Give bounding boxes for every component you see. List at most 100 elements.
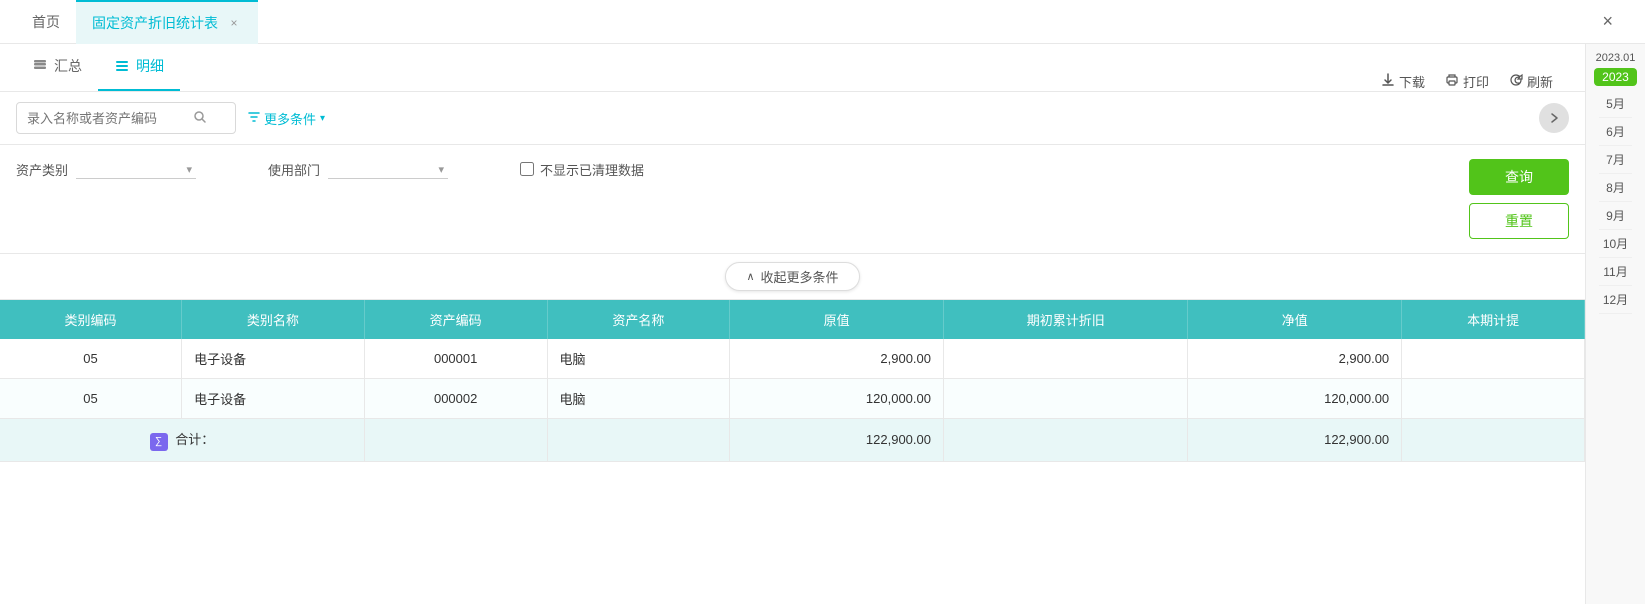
cell-net-value: 120,000.00 — [1188, 379, 1402, 419]
search-input-wrap[interactable] — [16, 102, 236, 134]
print-btn[interactable]: 打印 — [1445, 72, 1489, 91]
cell-asset-name: 电脑 — [547, 379, 730, 419]
col-original-value: 原值 — [730, 300, 944, 339]
download-icon — [1381, 73, 1395, 90]
tab-summary-label: 汇总 — [54, 56, 82, 76]
col-current-dep: 本期计提 — [1402, 300, 1585, 339]
timeline-month[interactable]: 12月 — [1599, 286, 1632, 314]
search-bar: 更多条件 ▾ — [0, 92, 1585, 145]
timeline-year[interactable]: 2023 — [1594, 68, 1637, 86]
data-table: 类别编码 类别名称 资产编码 资产名称 原值 期初累计折旧 净值 本期计提 05… — [0, 300, 1585, 462]
active-tab[interactable]: 固定资产折旧统计表 × — [76, 0, 258, 44]
data-table-wrap: 类别编码 类别名称 资产编码 资产名称 原值 期初累计折旧 净值 本期计提 05… — [0, 300, 1585, 604]
total-row: ∑ 合计： 122,900.00 122,900.00 — [0, 419, 1585, 462]
collapse-label: 收起更多条件 — [761, 267, 839, 286]
hide-cleared-checkbox[interactable] — [520, 162, 534, 176]
asset-type-label: 资产类别 — [16, 160, 68, 179]
total-label-cell: ∑ 合计： — [0, 419, 364, 462]
more-filters-label: 更多条件 — [264, 109, 316, 128]
timeline-month[interactable]: 6月 — [1599, 118, 1632, 146]
asset-type-select[interactable] — [76, 159, 196, 179]
list-icon — [114, 58, 130, 74]
refresh-icon — [1509, 73, 1523, 90]
dept-label: 使用部门 — [268, 160, 320, 179]
chevron-up-icon: ∧ — [746, 270, 754, 283]
timeline-month[interactable]: 10月 — [1599, 230, 1632, 258]
tab-summary[interactable]: 汇总 — [16, 44, 98, 91]
col-net-value: 净值 — [1188, 300, 1402, 339]
cell-original-value: 120,000.00 — [730, 379, 944, 419]
asset-type-filter: 资产类别 — [16, 159, 196, 179]
right-timeline-panel: 2023.01 2023 5月6月7月8月9月10月11月12月 — [1585, 44, 1645, 604]
asset-type-select-wrap[interactable] — [76, 159, 196, 179]
timeline-date-label: 2023.01 — [1596, 52, 1636, 64]
refresh-label: 刷新 — [1527, 72, 1553, 91]
cell-net-value: 2,900.00 — [1188, 339, 1402, 379]
total-original-value: 122,900.00 — [730, 419, 944, 462]
dept-select[interactable] — [328, 159, 448, 179]
filter-row: 资产类别 使用部门 — [16, 159, 1453, 179]
timeline-month[interactable]: 5月 — [1599, 90, 1632, 118]
search-icon — [193, 110, 207, 127]
col-asset-code: 资产编码 — [364, 300, 547, 339]
search-input[interactable] — [27, 111, 187, 126]
download-label: 下载 — [1399, 72, 1425, 91]
top-nav: 首页 固定资产折旧统计表 × × — [0, 0, 1645, 44]
tab-detail-label: 明细 — [136, 56, 164, 76]
table-row[interactable]: 05 电子设备 000002 电脑 120,000.00 120,000.00 — [0, 379, 1585, 419]
query-btn[interactable]: 查询 — [1469, 159, 1569, 195]
total-label: 合计： — [175, 432, 214, 447]
timeline-month[interactable]: 11月 — [1599, 258, 1632, 286]
collapse-row: ∧ 收起更多条件 — [0, 254, 1585, 300]
filter-area: 资产类别 使用部门 — [0, 145, 1585, 254]
print-label: 打印 — [1463, 72, 1489, 91]
filter-icon — [248, 111, 260, 126]
col-accumulated-dep: 期初累计折旧 — [944, 300, 1188, 339]
main-content: 汇总 明细 — [0, 44, 1645, 604]
hide-cleared-label[interactable]: 不显示已清理数据 — [540, 160, 644, 179]
refresh-btn[interactable]: 刷新 — [1509, 72, 1553, 91]
download-btn[interactable]: 下载 — [1381, 72, 1425, 91]
cell-current-dep — [1402, 379, 1585, 419]
more-filters-btn[interactable]: 更多条件 ▾ — [248, 109, 325, 128]
total-current-dep — [1402, 419, 1585, 462]
table-row[interactable]: 05 电子设备 000001 电脑 2,900.00 2,900.00 — [0, 339, 1585, 379]
cell-accumulated-dep — [944, 379, 1188, 419]
home-link[interactable]: 首页 — [16, 0, 76, 44]
dept-select-wrap[interactable] — [328, 159, 448, 179]
cell-type-code: 05 — [0, 379, 182, 419]
total-icon: ∑ — [150, 433, 168, 451]
cell-current-dep — [1402, 339, 1585, 379]
scroll-right-btn[interactable] — [1539, 103, 1569, 133]
col-asset-name: 资产名称 — [547, 300, 730, 339]
window-close-btn[interactable]: × — [1586, 11, 1629, 32]
total-net-value: 122,900.00 — [1188, 419, 1402, 462]
tab-row: 汇总 明细 — [0, 44, 1585, 92]
cell-original-value: 2,900.00 — [730, 339, 944, 379]
cell-type-code: 05 — [0, 339, 182, 379]
reset-btn[interactable]: 重置 — [1469, 203, 1569, 239]
total-asset-name — [547, 419, 730, 462]
timeline-month[interactable]: 9月 — [1599, 202, 1632, 230]
tab-title: 固定资产折旧统计表 — [92, 13, 218, 33]
timeline-month[interactable]: 7月 — [1599, 146, 1632, 174]
total-asset-code — [364, 419, 547, 462]
table-header-row: 类别编码 类别名称 资产编码 资产名称 原值 期初累计折旧 净值 本期计提 — [0, 300, 1585, 339]
left-panel: 汇总 明细 — [0, 44, 1585, 604]
tab-close-btn[interactable]: × — [226, 15, 242, 31]
tab-detail[interactable]: 明细 — [98, 44, 180, 91]
col-type-name: 类别名称 — [182, 300, 365, 339]
timeline-month[interactable]: 8月 — [1599, 174, 1632, 202]
chevron-down-icon: ▾ — [320, 113, 325, 124]
cell-accumulated-dep — [944, 339, 1188, 379]
cell-asset-name: 电脑 — [547, 339, 730, 379]
print-icon — [1445, 73, 1459, 90]
dept-filter: 使用部门 — [268, 159, 448, 179]
cell-type-name: 电子设备 — [182, 379, 365, 419]
hide-cleared-filter: 不显示已清理数据 — [520, 160, 644, 179]
cell-asset-code: 000002 — [364, 379, 547, 419]
cell-type-name: 电子设备 — [182, 339, 365, 379]
col-type-code: 类别编码 — [0, 300, 182, 339]
collapse-btn[interactable]: ∧ 收起更多条件 — [725, 262, 859, 291]
cell-asset-code: 000001 — [364, 339, 547, 379]
